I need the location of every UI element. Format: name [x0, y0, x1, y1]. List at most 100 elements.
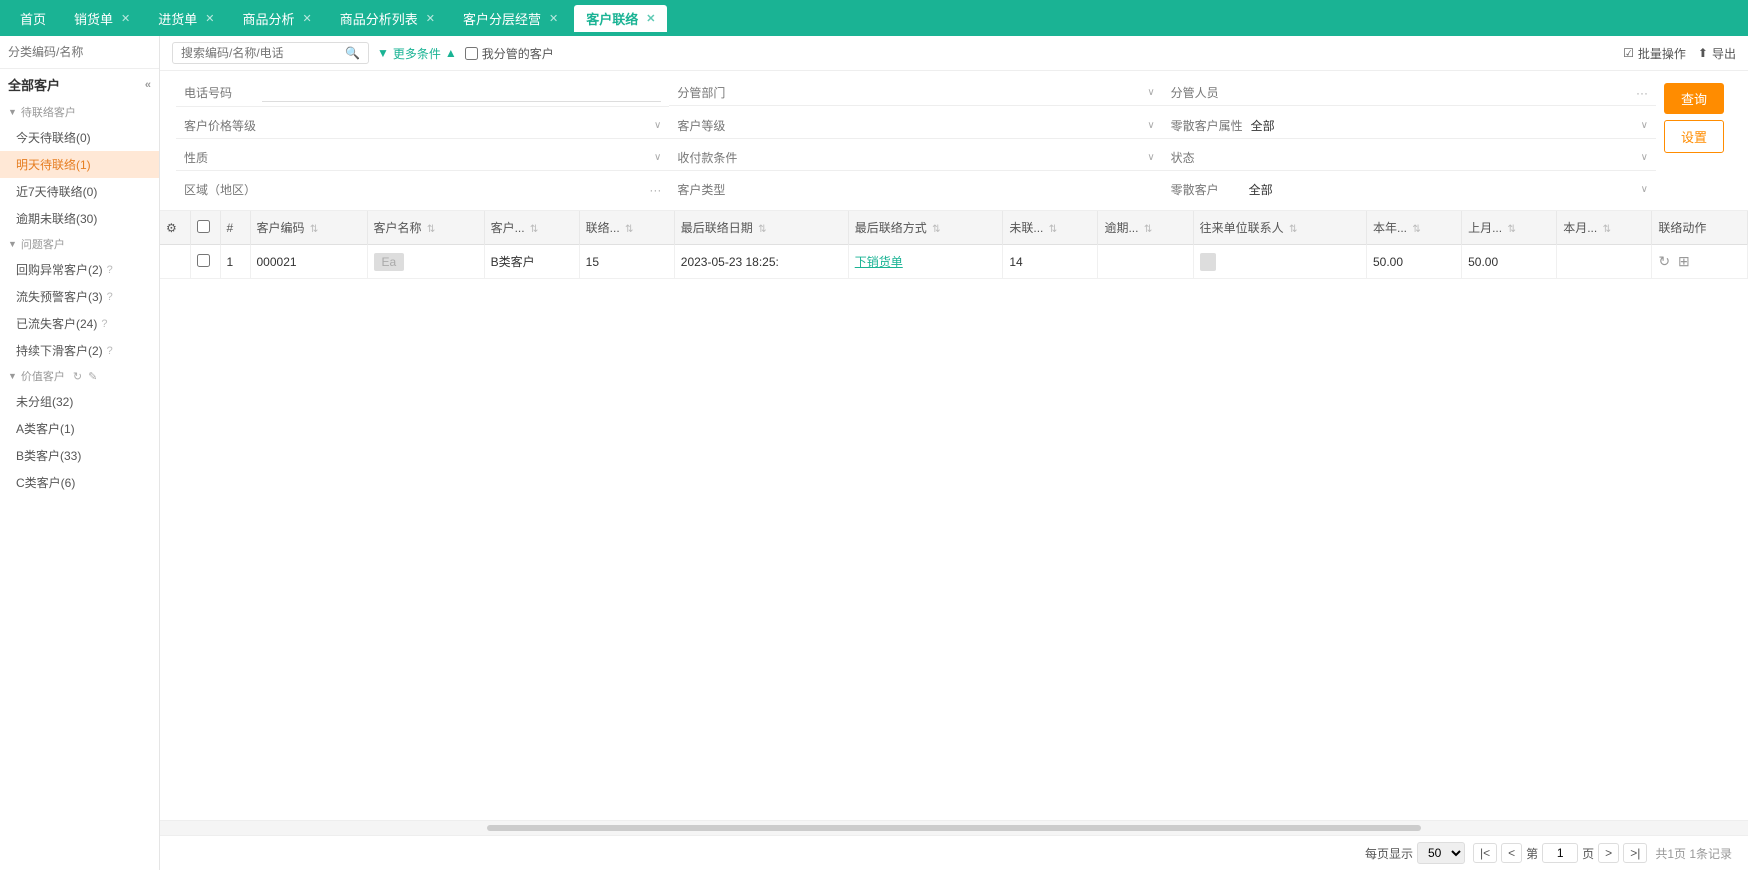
- sidebar-group-problem-customer[interactable]: 问题客户: [0, 232, 159, 256]
- filter-retail-customer-arrow-icon[interactable]: ∨: [1641, 184, 1648, 195]
- sidebar-item-warning[interactable]: 流失预警客户(3) ?: [0, 283, 159, 310]
- filter-buttons: 查询 设置: [1656, 79, 1732, 202]
- pagination: |< < 第 页 > >|: [1473, 843, 1647, 863]
- close-customer-contact-icon[interactable]: ✕: [646, 12, 655, 25]
- table-footer: 每页显示 50 |< < 第 页 > >| 共1页 1条记录: [160, 835, 1748, 870]
- row-last-contact-method[interactable]: 下销货单: [848, 245, 1003, 279]
- sidebar-item-class-b[interactable]: B类客户(33): [0, 442, 159, 469]
- sort-this-month-icon: ⇅: [1603, 224, 1611, 235]
- sidebar-item-week-contact[interactable]: 近7天待联络(0): [0, 178, 159, 205]
- nav-purchase[interactable]: 进货单 ✕: [146, 5, 226, 32]
- th-customer-name[interactable]: 客户名称 ⇅: [367, 211, 484, 245]
- nav-customer-contact[interactable]: 客户联络 ✕: [574, 5, 667, 32]
- th-last-contact-date[interactable]: 最后联络日期 ⇅: [674, 211, 848, 245]
- th-uncontact[interactable]: 未联... ⇅: [1003, 211, 1098, 245]
- filter-phone-input[interactable]: [262, 83, 661, 102]
- nav-analysis-table[interactable]: 商品分析列表 ✕: [328, 5, 447, 32]
- horizontal-scrollbar[interactable]: [487, 825, 1421, 831]
- next-page-button[interactable]: >: [1598, 843, 1619, 863]
- sidebar-group-pending-contact[interactable]: 待联络客户: [0, 100, 159, 124]
- filter-payment: 收付款条件 ∨: [669, 145, 1162, 171]
- filter-status-label: 状态: [1171, 149, 1241, 166]
- sidebar-item-ungrouped[interactable]: 未分组(32): [0, 388, 159, 415]
- th-customer-type[interactable]: 客户... ⇅: [484, 211, 579, 245]
- filter-status-arrow-icon[interactable]: ∨: [1641, 152, 1648, 163]
- nav-sales[interactable]: 销货单 ✕: [62, 5, 142, 32]
- value-customer-edit-icon[interactable]: ✎: [88, 370, 97, 383]
- row-checkbox[interactable]: [197, 254, 210, 267]
- my-customers-checkbox[interactable]: [465, 47, 478, 60]
- filter-nature-arrow-icon[interactable]: ∨: [654, 152, 661, 163]
- sidebar-search-input[interactable]: [8, 45, 160, 59]
- batch-operation-button[interactable]: ☑ 批量操作: [1623, 45, 1686, 62]
- filter-price-grade-arrow-icon[interactable]: ∨: [654, 120, 661, 131]
- filter-phone: 电话号码: [176, 79, 669, 107]
- help-lost-icon[interactable]: ?: [101, 318, 107, 330]
- help-warning-icon[interactable]: ?: [107, 291, 113, 303]
- query-button[interactable]: 查询: [1664, 83, 1724, 114]
- select-all-checkbox[interactable]: [197, 220, 210, 233]
- close-sales-icon[interactable]: ✕: [121, 12, 130, 25]
- filter-dept-arrow-icon[interactable]: ∨: [1147, 87, 1154, 98]
- search-box[interactable]: 🔍: [172, 42, 369, 64]
- th-this-month[interactable]: 本月... ⇅: [1557, 211, 1652, 245]
- filter-customer-grade-arrow-icon[interactable]: ∨: [1147, 120, 1154, 131]
- close-analysis-icon[interactable]: ✕: [303, 12, 312, 25]
- settings-button[interactable]: 设置: [1664, 120, 1724, 153]
- th-customer-code[interactable]: 客户编码 ⇅: [250, 211, 367, 245]
- sidebar-all-customers[interactable]: 全部客户 «: [0, 69, 159, 100]
- filter-manager-dots-icon[interactable]: ···: [1636, 86, 1648, 100]
- filter-retail-attr-arrow-icon[interactable]: ∨: [1641, 120, 1648, 131]
- table-area: ⚙ # 客户编码 ⇅ 客户名称 ⇅ 客户... ⇅: [160, 211, 1748, 820]
- close-purchase-icon[interactable]: ✕: [205, 12, 214, 25]
- sidebar-item-class-c[interactable]: C类客户(6): [0, 469, 159, 496]
- page-number-input[interactable]: [1542, 843, 1578, 863]
- th-unit-contact[interactable]: 往来单位联系人 ⇅: [1193, 211, 1366, 245]
- filter-region-dots-icon[interactable]: ···: [649, 183, 661, 197]
- close-customer-tier-icon[interactable]: ✕: [549, 12, 558, 25]
- sidebar-item-overdue-contact[interactable]: 逾期未联络(30): [0, 205, 159, 232]
- prev-page-button[interactable]: <: [1501, 843, 1522, 863]
- sidebar-search-box[interactable]: 🔍: [0, 36, 159, 69]
- sidebar-item-tomorrow-contact[interactable]: 明天待联络(1): [0, 151, 159, 178]
- nav-home[interactable]: 首页: [8, 5, 58, 32]
- th-last-month[interactable]: 上月... ⇅: [1462, 211, 1557, 245]
- last-contact-method-link[interactable]: 下销货单: [855, 255, 903, 269]
- first-page-button[interactable]: |<: [1473, 843, 1497, 863]
- export-button[interactable]: ⬆ 导出: [1698, 45, 1736, 62]
- row-overdue: [1098, 245, 1193, 279]
- action-qr-icon[interactable]: ⊞: [1678, 253, 1690, 270]
- nav-analysis[interactable]: 商品分析 ✕: [230, 5, 323, 32]
- help-abnormal-icon[interactable]: ?: [107, 264, 113, 276]
- sidebar-item-class-a[interactable]: A类客户(1): [0, 415, 159, 442]
- sidebar-item-today-contact[interactable]: 今天待联络(0): [0, 124, 159, 151]
- filter-manager: 分管人员 ···: [1163, 80, 1656, 106]
- search-icon[interactable]: 🔍: [345, 46, 360, 60]
- close-analysis-table-icon[interactable]: ✕: [426, 12, 435, 25]
- my-customers-checkbox-label[interactable]: 我分管的客户: [465, 45, 554, 62]
- sidebar-item-abnormal[interactable]: 回购异常客户(2) ?: [0, 256, 159, 283]
- last-page-button[interactable]: >|: [1623, 843, 1647, 863]
- sidebar-item-lost[interactable]: 已流失客户(24) ?: [0, 310, 159, 337]
- th-gear[interactable]: ⚙: [160, 211, 190, 245]
- th-overdue[interactable]: 逾期... ⇅: [1098, 211, 1193, 245]
- filter-payment-arrow-icon[interactable]: ∨: [1147, 152, 1154, 163]
- value-customer-refresh-icon[interactable]: ↻: [73, 370, 82, 383]
- action-refresh-icon[interactable]: ↻: [1658, 253, 1670, 270]
- row-check-cell[interactable]: [190, 245, 220, 279]
- sidebar-item-declining[interactable]: 持续下滑客户(2) ?: [0, 337, 159, 364]
- th-check[interactable]: [190, 211, 220, 245]
- th-last-contact-method[interactable]: 最后联络方式 ⇅: [848, 211, 1003, 245]
- content-area: 🔍 ▼ 更多条件 ▲ 我分管的客户 ☑ 批量操作 ⬆ 导出: [160, 36, 1748, 870]
- filter-retail-customer-label: 零散客户: [1171, 181, 1241, 198]
- row-customer-type: B类客户: [484, 245, 579, 279]
- per-page-select[interactable]: 50: [1417, 842, 1465, 864]
- nav-customer-tier[interactable]: 客户分层经营 ✕: [451, 5, 570, 32]
- sidebar-group-value-customer[interactable]: 价值客户 ↻ ✎: [0, 364, 159, 388]
- search-input[interactable]: [181, 46, 341, 60]
- help-declining-icon[interactable]: ?: [107, 345, 113, 357]
- th-contact-count[interactable]: 联络... ⇅: [579, 211, 674, 245]
- th-this-year[interactable]: 本年... ⇅: [1366, 211, 1461, 245]
- more-filter-button[interactable]: ▼ 更多条件 ▲: [377, 45, 457, 62]
- filter-payment-label: 收付款条件: [677, 149, 747, 166]
